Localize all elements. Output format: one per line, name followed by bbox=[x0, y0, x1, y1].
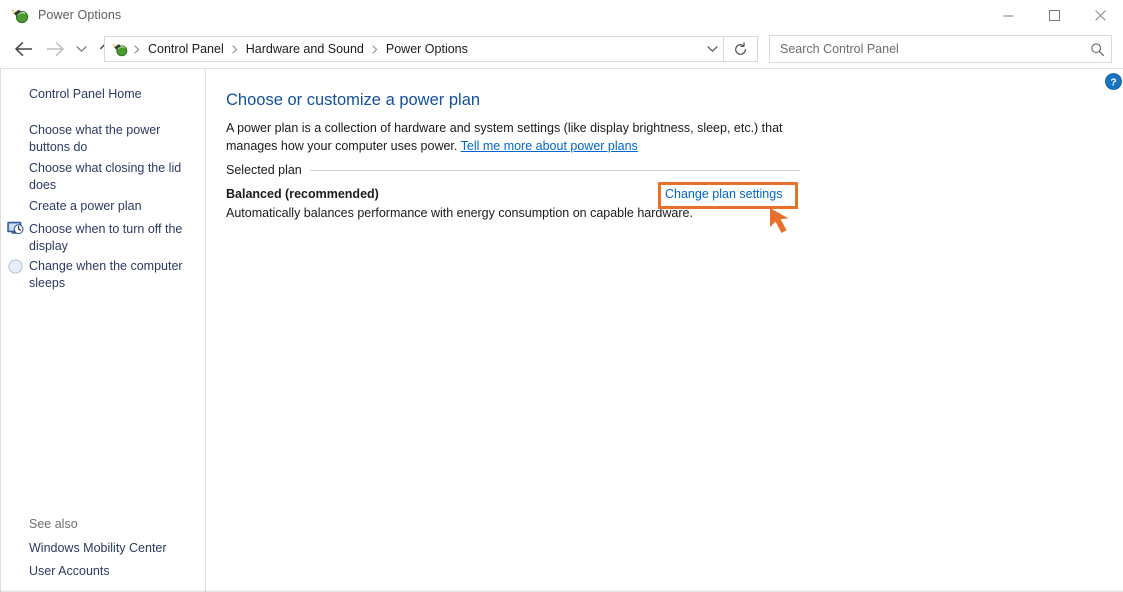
maximize-button[interactable] bbox=[1031, 0, 1077, 30]
breadcrumb-hardware-and-sound[interactable]: Hardware and Sound bbox=[244, 42, 366, 56]
plan-name: Balanced (recommended) bbox=[226, 187, 379, 201]
power-options-window: Power Options bbox=[0, 0, 1123, 592]
title-bar: Power Options bbox=[0, 0, 1123, 30]
main-pane: Choose or customize a power plan A power… bbox=[206, 68, 1123, 592]
page-description: A power plan is a collection of hardware… bbox=[226, 119, 826, 155]
breadcrumb-separator-icon bbox=[232, 45, 238, 54]
selected-plan-label: Selected plan bbox=[226, 163, 310, 177]
back-button[interactable] bbox=[6, 34, 40, 64]
sidebar-item-create-power-plan[interactable]: Create a power plan bbox=[29, 198, 195, 215]
sidebar-item-turn-off-display[interactable]: Choose when to turn off the display bbox=[29, 221, 195, 254]
sidebar-item-closing-lid[interactable]: Choose what closing the lid does bbox=[29, 160, 195, 193]
close-button[interactable] bbox=[1077, 0, 1123, 30]
sidebar-item-control-panel-home[interactable]: Control Panel Home bbox=[29, 86, 195, 103]
window-title: Power Options bbox=[38, 8, 121, 22]
sidebar: Control Panel Home Choose what the power… bbox=[1, 68, 205, 592]
power-plug-icon bbox=[11, 6, 29, 24]
selected-plan-rule bbox=[294, 170, 800, 171]
tell-me-more-link[interactable]: Tell me more about power plans bbox=[461, 139, 638, 153]
minimize-button[interactable] bbox=[985, 0, 1031, 30]
breadcrumb-power-options[interactable]: Power Options bbox=[384, 42, 470, 56]
chevron-down-icon[interactable] bbox=[701, 37, 723, 61]
search-input[interactable] bbox=[780, 37, 1086, 61]
breadcrumb-control-panel[interactable]: Control Panel bbox=[146, 42, 226, 56]
breadcrumb-separator-icon bbox=[134, 45, 140, 54]
search-icon[interactable] bbox=[1086, 42, 1105, 57]
power-plug-icon bbox=[112, 41, 128, 57]
change-plan-settings-link[interactable]: Change plan settings bbox=[665, 187, 782, 201]
window-controls bbox=[985, 0, 1123, 30]
sidebar-item-computer-sleeps[interactable]: Change when the computer sleeps bbox=[29, 258, 195, 291]
address-bar[interactable]: Control Panel Hardware and Sound Power O… bbox=[104, 36, 724, 62]
sidebar-item-user-accounts[interactable]: User Accounts bbox=[29, 563, 195, 580]
monitor-clock-icon bbox=[7, 220, 24, 237]
recent-locations-button[interactable] bbox=[70, 34, 92, 64]
plan-description: Automatically balances performance with … bbox=[226, 206, 693, 220]
sidebar-item-power-buttons[interactable]: Choose what the power buttons do bbox=[29, 122, 195, 155]
cursor-arrow-annotation bbox=[768, 206, 808, 244]
sidebar-item-windows-mobility-center[interactable]: Windows Mobility Center bbox=[29, 540, 195, 557]
content-area: Control Panel Home Choose what the power… bbox=[0, 68, 1123, 592]
moon-sleep-icon bbox=[7, 258, 24, 275]
forward-button bbox=[40, 34, 70, 64]
breadcrumb-separator-icon bbox=[372, 45, 378, 54]
help-button[interactable]: ? bbox=[1105, 73, 1122, 90]
page-title: Choose or customize a power plan bbox=[226, 91, 480, 110]
refresh-button[interactable] bbox=[724, 36, 758, 62]
svg-text:?: ? bbox=[1110, 76, 1116, 88]
see-also-label: See also bbox=[29, 517, 78, 531]
search-box[interactable] bbox=[769, 35, 1112, 63]
